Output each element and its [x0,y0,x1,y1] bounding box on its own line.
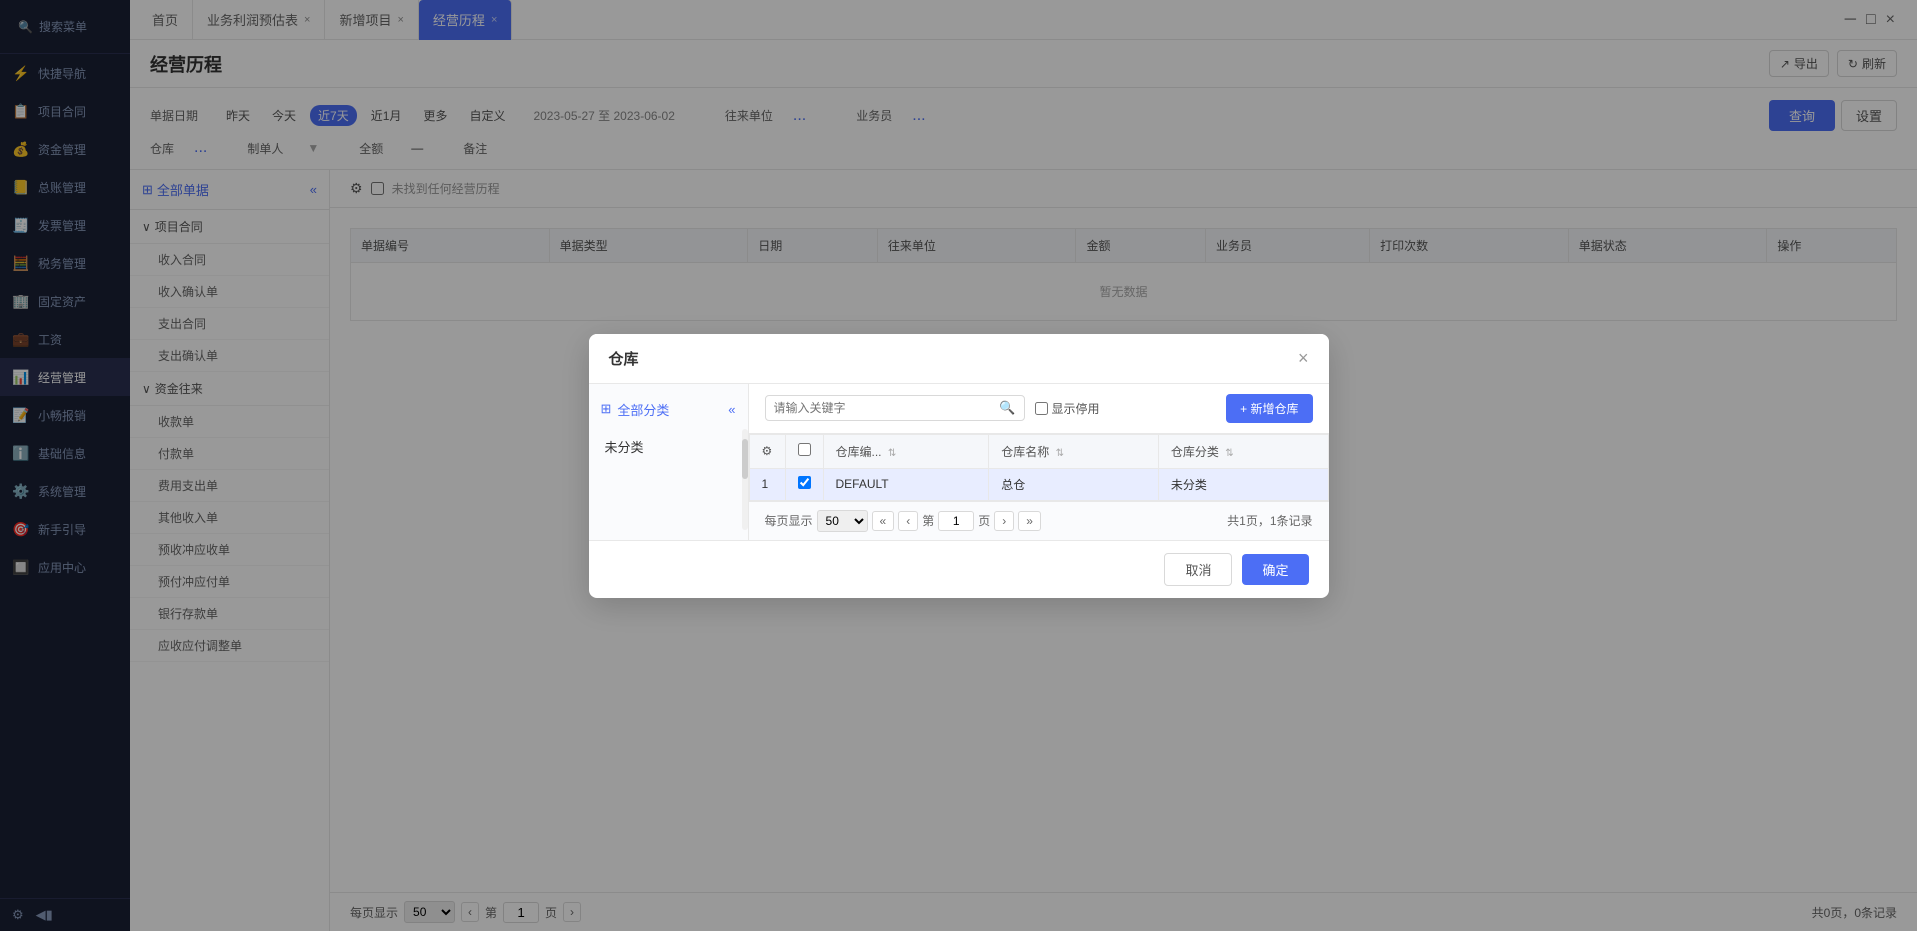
modal-sidebar-scrollbar[interactable] [742,429,748,530]
row-name: 总仓 [989,468,1159,500]
show-disabled-label[interactable]: 显示停用 [1035,400,1100,417]
th-warehouse-name: 仓库名称 ⇅ [989,434,1159,468]
apps-icon: ⊞ [601,401,612,417]
warehouse-modal: 仓库 × ⊞ 全部分类 « 未分类 [589,334,1329,598]
modal-page-input[interactable] [938,511,974,531]
modal-overlay: 仓库 × ⊞ 全部分类 « 未分类 [0,0,1917,931]
row-select-checkbox[interactable] [798,476,811,489]
modal-search-box[interactable]: 🔍 [765,395,1025,421]
modal-table: ⚙ 仓库编... ⇅ 仓库名称 [749,434,1329,501]
th-checkbox [785,434,823,468]
row-checkbox[interactable] [785,468,823,500]
modal-close-button[interactable]: × [1298,348,1309,369]
modal-header: 仓库 × [589,334,1329,384]
modal-page-label: 第 [922,512,934,529]
show-disabled-checkbox[interactable] [1035,402,1048,415]
modal-table-row[interactable]: 1 DEFAULT 总仓 未分类 [749,468,1328,500]
modal-total-info: 共1页，1条记录 [1227,512,1312,529]
th-settings: ⚙ [749,434,785,468]
modal-first-page[interactable]: « [872,511,895,531]
add-warehouse-button[interactable]: + 新增仓库 [1226,394,1312,423]
sort-icon-name[interactable]: ⇅ [1056,448,1064,459]
scroll-thumb [742,439,748,479]
modal-search-input[interactable] [774,401,1000,415]
modal-sidebar-collapse[interactable]: « [728,402,735,417]
modal-table-header: ⚙ 仓库编... ⇅ 仓库名称 [749,434,1328,468]
confirm-button[interactable]: 确定 [1242,554,1308,585]
modal-table-body: 1 DEFAULT 总仓 未分类 [749,468,1328,500]
modal-footer-bar: 每页显示 50 100 « ‹ 第 页 › » 共1页，1条记录 [749,501,1329,540]
sort-icon-code[interactable]: ⇅ [888,448,896,459]
search-icon: 🔍 [999,400,1015,416]
modal-page-size-select[interactable]: 50 100 [817,510,868,532]
modal-next-page[interactable]: › [994,511,1014,531]
row-category: 未分类 [1158,468,1328,500]
modal-table-wrap: ⚙ 仓库编... ⇅ 仓库名称 [749,434,1329,501]
row-code: DEFAULT [823,468,989,500]
modal-action-bar: 取消 确定 [589,540,1329,598]
modal-last-page[interactable]: » [1018,511,1041,531]
sort-icon-category[interactable]: ⇅ [1225,448,1233,459]
row-id: 1 [749,468,785,500]
modal-pagination: 每页显示 50 100 « ‹ 第 页 › » [765,510,1041,532]
th-warehouse-code: 仓库编... ⇅ [823,434,989,468]
th-warehouse-category: 仓库分类 ⇅ [1158,434,1328,468]
modal-body: ⊞ 全部分类 « 未分类 [589,384,1329,540]
modal-title: 仓库 [609,348,639,369]
modal-sidebar: ⊞ 全部分类 « 未分类 [589,384,749,540]
modal-all-category[interactable]: ⊞ 全部分类 [601,400,670,419]
modal-select-all[interactable] [798,443,811,456]
cancel-button[interactable]: 取消 [1164,553,1232,586]
modal-toolbar: 🔍 显示停用 + 新增仓库 [749,384,1329,434]
settings-gear-icon[interactable]: ⚙ [762,444,773,458]
modal-page-size-label: 每页显示 [765,512,813,529]
modal-prev-page[interactable]: ‹ [898,511,918,531]
modal-page-unit: 页 [978,512,990,529]
modal-content: 🔍 显示停用 + 新增仓库 ⚙ [749,384,1329,540]
modal-uncategorized[interactable]: 未分类 [589,429,748,464]
